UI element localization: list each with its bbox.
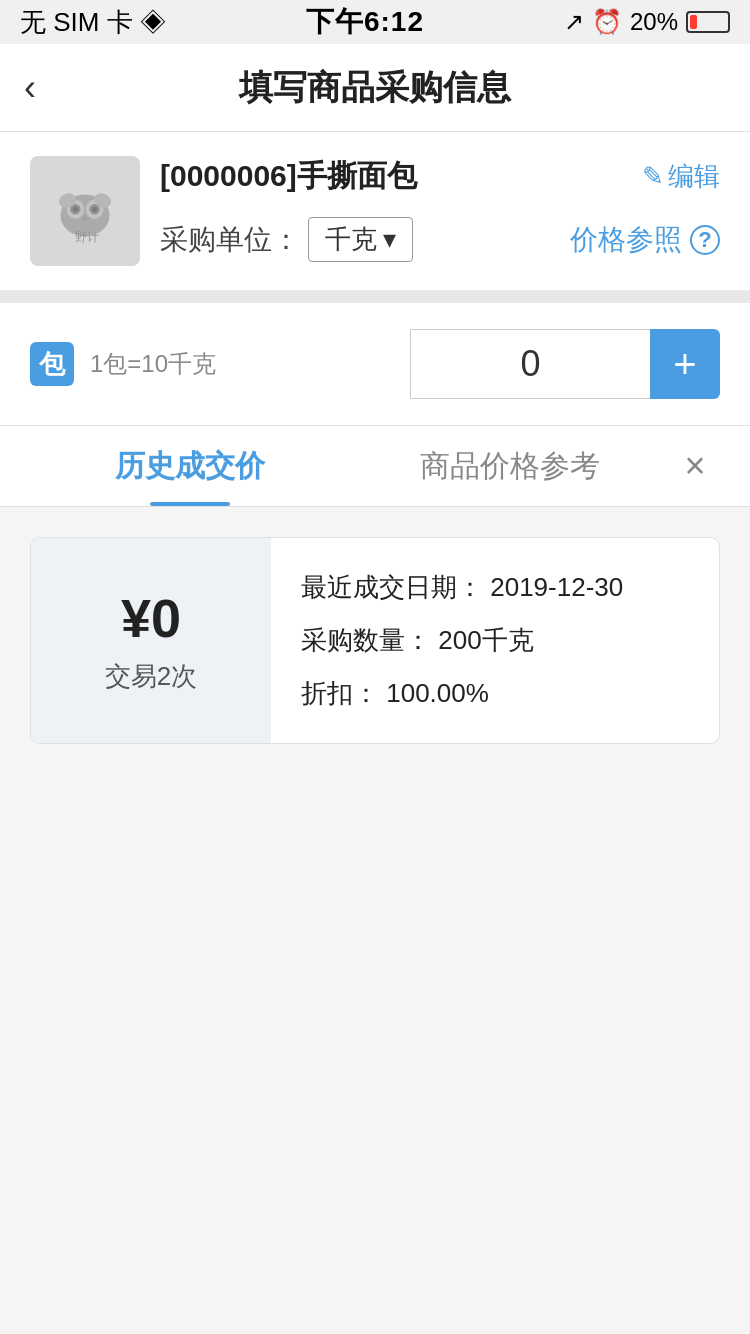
tabs-container: 历史成交价 商品价格参考 ×	[0, 426, 750, 507]
product-card: 野计 [0000006]手撕面包 ✎ 编辑 采购单位： 千克 ▾ 价格参照 ?	[0, 132, 750, 291]
quantity-right: 0 +	[410, 329, 720, 399]
edit-icon: ✎	[642, 161, 664, 192]
status-bar: 无 SIM 卡 ◈ 下午6:12 ↗ ⏰ 20%	[0, 0, 750, 44]
unit-conversion: 1包=10千克	[90, 348, 216, 380]
alarm-icon: ⏰	[592, 8, 622, 36]
location-icon: ↗	[564, 8, 584, 36]
price-ref-button[interactable]: 价格参照 ?	[570, 221, 720, 259]
latest-date-row: 最近成交日期： 2019-12-30	[301, 568, 689, 607]
tabs-close-button[interactable]: ×	[670, 441, 720, 491]
purchase-qty-row: 采购数量： 200千克	[301, 621, 689, 660]
unit-row: 采购单位： 千克 ▾ 价格参照 ?	[160, 217, 720, 262]
discount-row: 折扣： 100.00%	[301, 674, 689, 713]
price-ref-help-icon: ?	[690, 225, 720, 255]
svg-point-6	[92, 207, 97, 212]
battery-icon	[686, 11, 730, 33]
price-card: ¥0 交易2次 最近成交日期： 2019-12-30 采购数量： 200千克 折…	[30, 537, 720, 744]
price-card-left: ¥0 交易2次	[31, 538, 271, 743]
nav-bar: ‹ 填写商品采购信息	[0, 44, 750, 132]
price-card-right: 最近成交日期： 2019-12-30 采购数量： 200千克 折扣： 100.0…	[271, 538, 719, 743]
product-image: 野计	[30, 156, 140, 266]
price-value: ¥0	[121, 587, 181, 649]
back-button[interactable]: ‹	[24, 67, 36, 109]
quantity-row: 包 1包=10千克 0 +	[0, 303, 750, 426]
unit-select[interactable]: 千克 ▾	[308, 217, 413, 262]
main-content: ¥0 交易2次 最近成交日期： 2019-12-30 采购数量： 200千克 折…	[0, 507, 750, 1107]
tab-price-reference[interactable]: 商品价格参考	[350, 426, 670, 506]
quantity-left: 包 1包=10千克	[30, 342, 216, 386]
price-card-container: ¥0 交易2次 最近成交日期： 2019-12-30 采购数量： 200千克 折…	[0, 507, 750, 774]
unit-value: 千克	[325, 222, 377, 257]
unit-badge: 包	[30, 342, 74, 386]
quantity-input[interactable]: 0	[410, 329, 650, 399]
battery-percent: 20%	[630, 8, 678, 36]
unit-label: 采购单位：	[160, 221, 300, 259]
section-divider	[0, 291, 750, 303]
transaction-count: 交易2次	[105, 659, 197, 694]
product-info: [0000006]手撕面包 ✎ 编辑 采购单位： 千克 ▾ 价格参照 ?	[160, 156, 720, 262]
product-name-row: [0000006]手撕面包 ✎ 编辑	[160, 156, 720, 197]
page-title: 填写商品采购信息	[239, 65, 511, 111]
product-name: [0000006]手撕面包	[160, 156, 417, 197]
svg-point-5	[73, 207, 78, 212]
status-right: ↗ ⏰ 20%	[564, 8, 730, 36]
svg-text:野计: 野计	[75, 230, 99, 244]
quantity-plus-button[interactable]: +	[650, 329, 720, 399]
owl-logo: 野计	[50, 176, 120, 246]
tab-active-indicator	[150, 502, 230, 506]
signal-text: 无 SIM 卡 ◈	[20, 5, 166, 40]
status-left: 无 SIM 卡 ◈	[20, 5, 166, 40]
status-time: 下午6:12	[306, 3, 424, 41]
edit-button[interactable]: ✎ 编辑	[642, 159, 720, 194]
tab-history[interactable]: 历史成交价	[30, 426, 350, 506]
dropdown-icon: ▾	[383, 224, 396, 255]
